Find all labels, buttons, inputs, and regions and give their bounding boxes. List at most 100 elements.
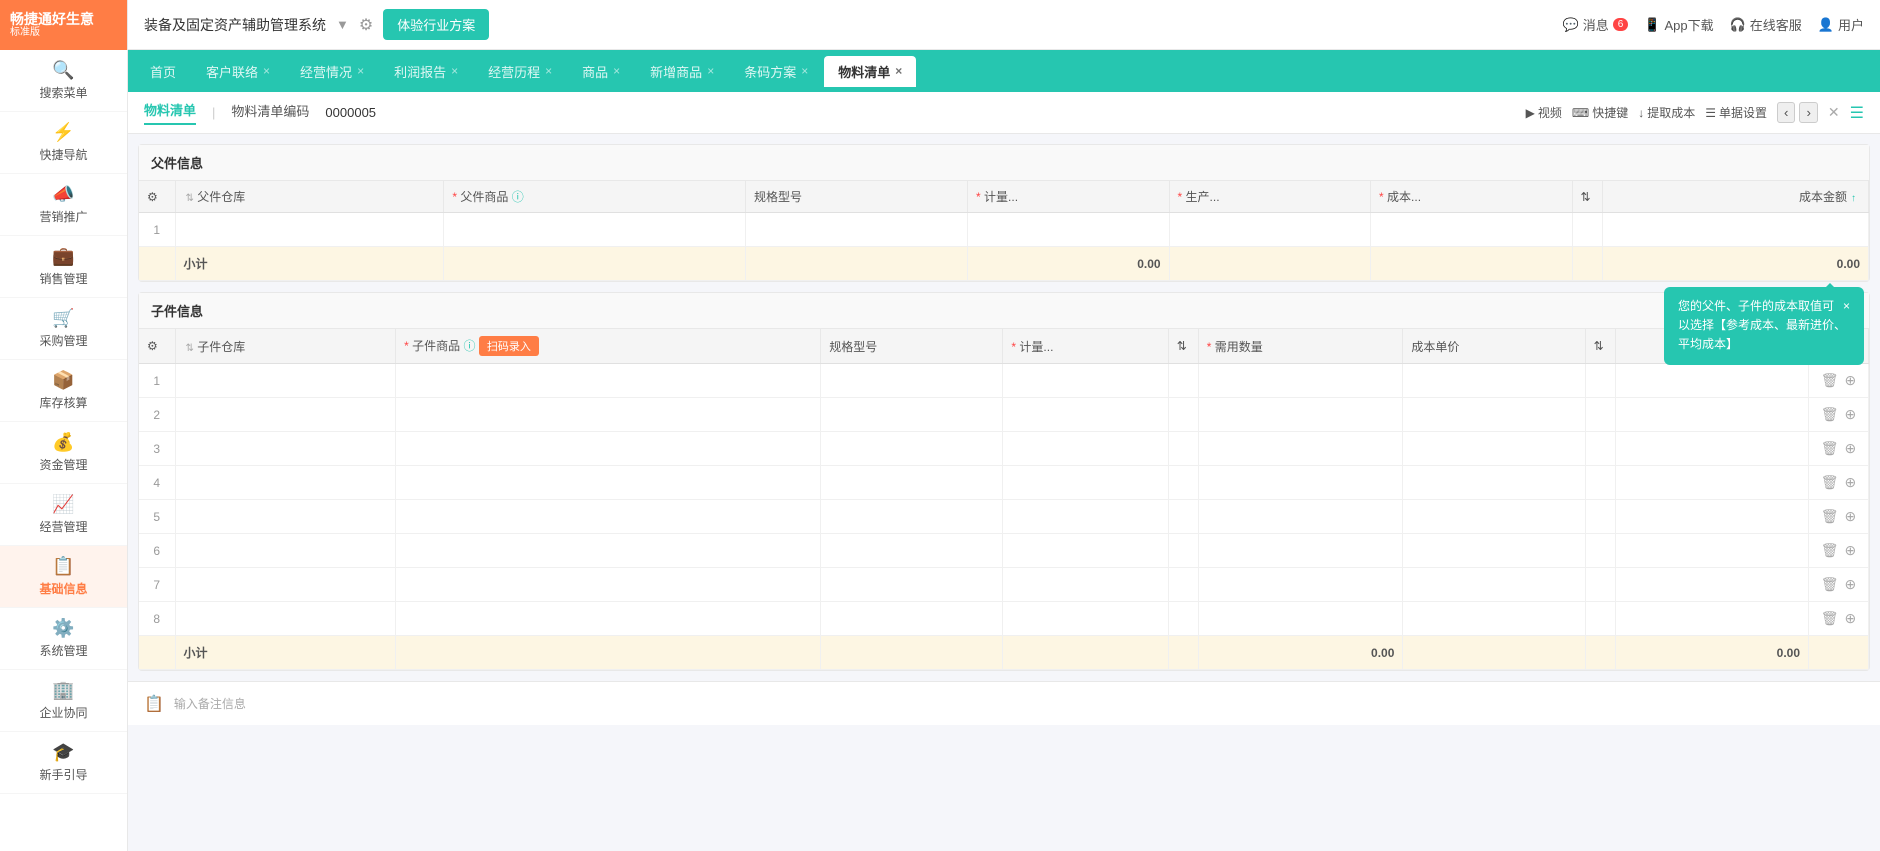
copy-icon-7[interactable]: ⊕ — [1845, 576, 1857, 593]
child-goods-3[interactable] — [396, 432, 821, 466]
parent-spec-1[interactable] — [746, 213, 968, 247]
sort-arrows-icon[interactable]: ⇅ — [1581, 190, 1591, 204]
delete-icon-6[interactable]: 🗑 — [1821, 542, 1839, 559]
child-spec-8[interactable] — [821, 602, 1003, 636]
copy-icon-8[interactable]: ⊕ — [1845, 610, 1857, 627]
th-sort-icon-child[interactable]: ⇅ — [186, 343, 194, 354]
child-spec-5[interactable] — [821, 500, 1003, 534]
child-goods-5[interactable] — [396, 500, 821, 534]
delete-icon-7[interactable]: 🗑 — [1821, 576, 1839, 593]
child-spec-4[interactable] — [821, 466, 1003, 500]
child-cost-price-6[interactable] — [1403, 534, 1585, 568]
single-settings-action[interactable]: ☰ 单据设置 — [1705, 104, 1767, 121]
tab-new-goods[interactable]: 新增商品 × — [636, 56, 728, 87]
th-sort-icon[interactable]: ⇅ — [186, 193, 194, 204]
tab-barcode[interactable]: 条码方案 × — [730, 56, 822, 87]
tab-home[interactable]: 首页 — [136, 56, 190, 87]
copy-icon-6[interactable]: ⊕ — [1845, 542, 1857, 559]
child-goods-1[interactable] — [396, 364, 821, 398]
delete-icon-4[interactable]: 🗑 — [1821, 474, 1839, 491]
delete-icon-8[interactable]: 🗑 — [1821, 610, 1839, 627]
child-goods-8[interactable] — [396, 602, 821, 636]
copy-icon-1[interactable]: ⊕ — [1845, 372, 1857, 389]
copy-icon-3[interactable]: ⊕ — [1845, 440, 1857, 457]
extract-cost-action[interactable]: ↓ 提取成本 — [1638, 104, 1695, 121]
child-spec-7[interactable] — [821, 568, 1003, 602]
child-qty-4[interactable] — [1198, 466, 1403, 500]
child-warehouse-4[interactable] — [175, 466, 396, 500]
delete-icon-1[interactable]: 🗑 — [1821, 372, 1839, 389]
sidebar-item-search[interactable]: 🔍 搜索菜单 — [0, 50, 127, 112]
child-unit-3[interactable] — [1003, 432, 1168, 466]
child-qty-2[interactable] — [1198, 398, 1403, 432]
delete-icon-3[interactable]: 🗑 — [1821, 440, 1839, 457]
child-unit-6[interactable] — [1003, 534, 1168, 568]
delete-icon-2[interactable]: 🗑 — [1821, 406, 1839, 423]
child-cost-price-3[interactable] — [1403, 432, 1585, 466]
child-unit-7[interactable] — [1003, 568, 1168, 602]
sub-tab-bom-list[interactable]: 物料清单 — [144, 100, 196, 125]
tab-bom-close[interactable]: × — [895, 64, 902, 78]
child-unit-8[interactable] — [1003, 602, 1168, 636]
settings-icon[interactable]: ⚙ — [359, 15, 373, 35]
child-goods-4[interactable] — [396, 466, 821, 500]
tooltip-close-btn[interactable]: × — [1843, 297, 1850, 316]
tab-goods[interactable]: 商品 × — [568, 56, 634, 87]
child-cost-price-8[interactable] — [1403, 602, 1585, 636]
tab-profit-close[interactable]: × — [451, 64, 458, 78]
tab-operation-close[interactable]: × — [357, 64, 364, 78]
sort-arrows-icon-child[interactable]: ⇅ — [1177, 339, 1187, 353]
tab-customer-close[interactable]: × — [263, 64, 270, 78]
child-warehouse-8[interactable] — [175, 602, 396, 636]
tab-profit[interactable]: 利润报告 × — [380, 56, 472, 87]
child-warehouse-1[interactable] — [175, 364, 396, 398]
sidebar-item-operation-mgmt[interactable]: 📈 经营管理 — [0, 484, 127, 546]
sidebar-item-marketing[interactable]: 📣 营销推广 — [0, 174, 127, 236]
child-goods-2[interactable] — [396, 398, 821, 432]
shortcut-action[interactable]: ⌨ 快捷键 — [1572, 104, 1628, 121]
parent-warehouse-1[interactable] — [175, 213, 444, 247]
child-cost-price-2[interactable] — [1403, 398, 1585, 432]
sidebar-item-enterprise[interactable]: 🏢 企业协同 — [0, 670, 127, 732]
copy-icon-5[interactable]: ⊕ — [1845, 508, 1857, 525]
child-warehouse-2[interactable] — [175, 398, 396, 432]
menu-action[interactable]: ☰ — [1850, 103, 1864, 123]
th-config-child[interactable]: ⚙ — [139, 329, 175, 364]
sidebar-item-basic-info[interactable]: 📋 基础信息 — [0, 546, 127, 608]
tab-customer[interactable]: 客户联络 × — [192, 56, 284, 87]
nav-prev[interactable]: ‹ — [1777, 102, 1795, 123]
child-unit-4[interactable] — [1003, 466, 1168, 500]
child-cost-price-4[interactable] — [1403, 466, 1585, 500]
child-qty-1[interactable] — [1198, 364, 1403, 398]
trial-btn[interactable]: 体验行业方案 — [383, 9, 489, 40]
parent-unit-1[interactable] — [968, 213, 1170, 247]
parent-cost-1[interactable] — [1371, 213, 1573, 247]
child-warehouse-3[interactable] — [175, 432, 396, 466]
online-service-group[interactable]: 🎧 在线客服 — [1730, 15, 1802, 34]
sidebar-item-finance[interactable]: 💰 资金管理 — [0, 422, 127, 484]
scan-button[interactable]: 扫码录入 — [479, 336, 539, 356]
child-qty-6[interactable] — [1198, 534, 1403, 568]
child-unit-5[interactable] — [1003, 500, 1168, 534]
child-cost-price-7[interactable] — [1403, 568, 1585, 602]
tab-new-goods-close[interactable]: × — [707, 64, 714, 78]
note-placeholder[interactable]: 输入备注信息 — [174, 695, 246, 712]
tab-goods-close[interactable]: × — [613, 64, 620, 78]
child-qty-7[interactable] — [1198, 568, 1403, 602]
child-qty-3[interactable] — [1198, 432, 1403, 466]
child-warehouse-5[interactable] — [175, 500, 396, 534]
tab-process-close[interactable]: × — [545, 64, 552, 78]
sidebar-item-guide[interactable]: 🎓 新手引导 — [0, 732, 127, 794]
child-spec-6[interactable] — [821, 534, 1003, 568]
copy-icon-4[interactable]: ⊕ — [1845, 474, 1857, 491]
parent-produce-1[interactable] — [1169, 213, 1371, 247]
app-download-group[interactable]: 📱 App下载 — [1644, 15, 1713, 34]
child-cost-price-5[interactable] — [1403, 500, 1585, 534]
tab-barcode-close[interactable]: × — [801, 64, 808, 78]
video-action[interactable]: ▶ 视频 — [1526, 104, 1562, 121]
tab-process[interactable]: 经营历程 × — [474, 56, 566, 87]
user-group[interactable]: 👤 用户 — [1818, 15, 1864, 34]
child-cost-price-1[interactable] — [1403, 364, 1585, 398]
child-spec-1[interactable] — [821, 364, 1003, 398]
tab-bom[interactable]: 物料清单 × — [824, 56, 916, 87]
